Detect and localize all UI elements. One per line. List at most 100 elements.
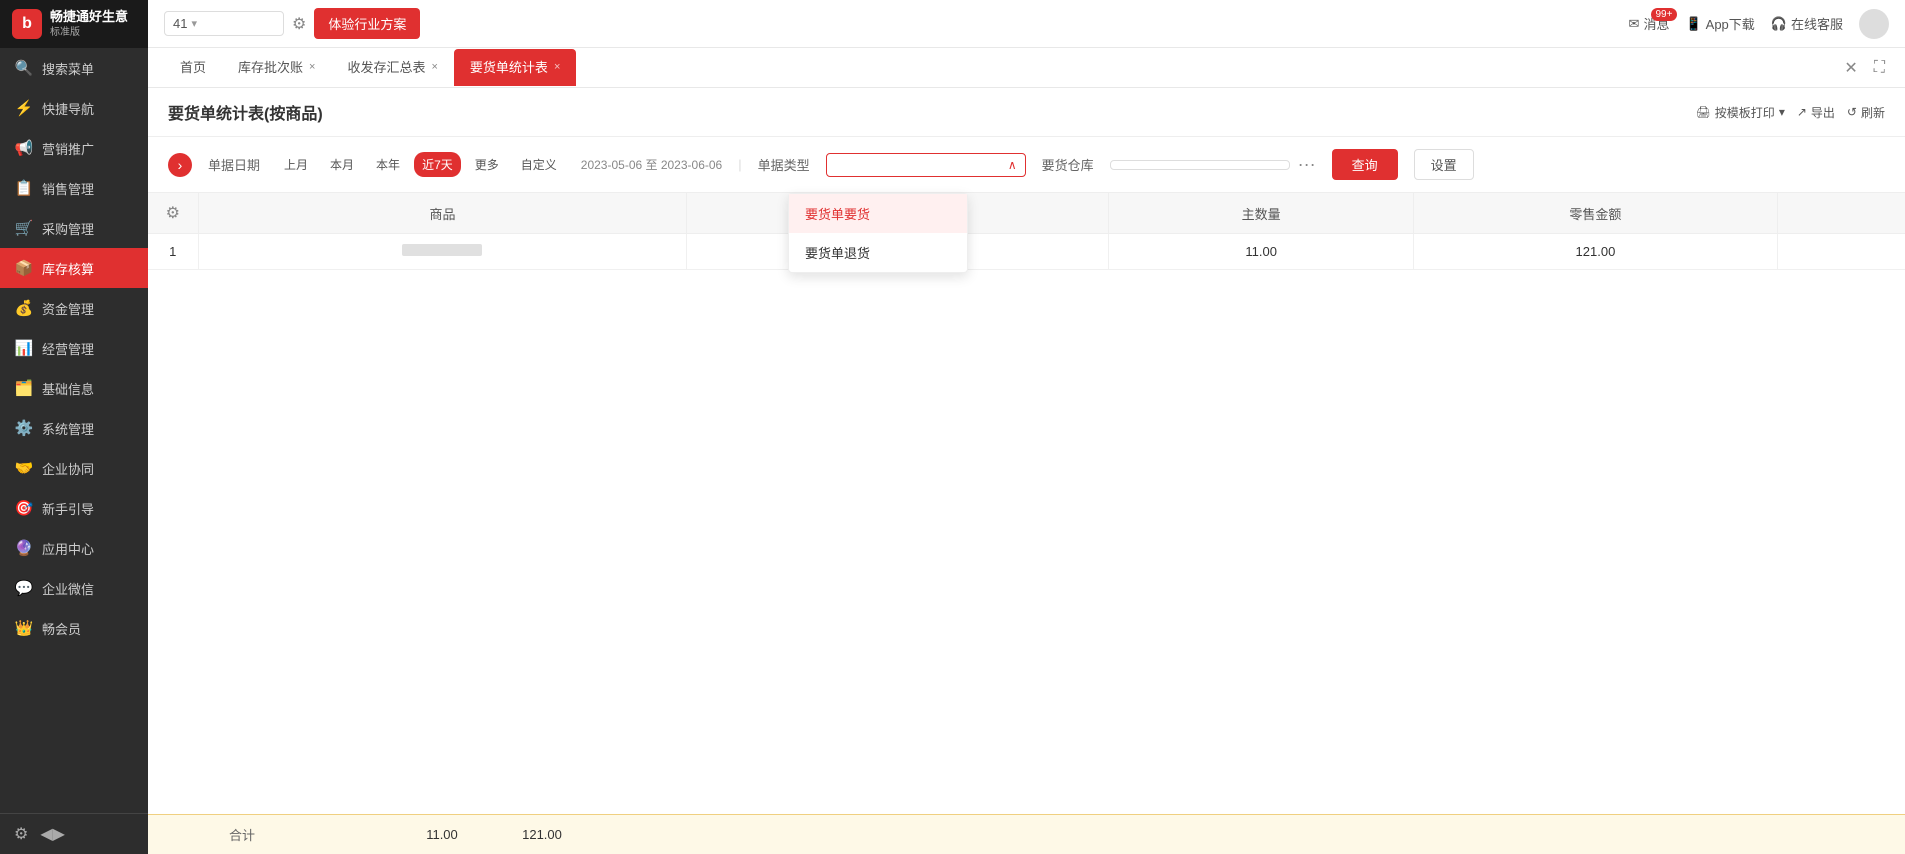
content: 要货单统计表(按商品) 🖨 按模板打印 ▾ ↗ 导出 ↺ 刷新 › [148,88,1905,854]
main-area: 41 ▾ ⚙ 体验行业方案 ✉ 消息 99+ 📱 App下载 🎧 在线客服 [148,0,1905,854]
sidebar-item-basicinfo[interactable]: 🗂️ 基础信息 [0,368,148,408]
date-range-display: 2023-05-06 至 2023-06-06 [581,156,722,173]
date-this-month[interactable]: 本月 [322,152,362,177]
td-qty: 11.00 [1109,234,1414,270]
topbar-gear-icon[interactable]: ⚙ [292,14,306,34]
td-index: 1 [148,234,198,270]
topbar-right: ✉ 消息 99+ 📱 App下载 🎧 在线客服 [1629,9,1889,39]
export-icon: ↗ [1797,105,1807,119]
tab-close-order[interactable]: × [554,61,560,73]
page-title: 要货单统计表(按商品) [168,100,323,136]
tab-batch[interactable]: 库存批次账 × [222,49,331,86]
sidebar-item-sales[interactable]: 📋 销售管理 [0,168,148,208]
sidebar-bottom: ⚙ ◀▶ [0,813,148,854]
sidebar-item-system[interactable]: ⚙️ 系统管理 [0,408,148,448]
operations-icon: 📊 [14,338,34,358]
footer-label: 合计 [212,825,272,844]
appcenter-icon: 🔮 [14,538,34,558]
sidebar-item-appcenter[interactable]: 🔮 应用中心 [0,528,148,568]
vip-icon: 👑 [14,618,34,638]
date-custom[interactable]: 自定义 [513,152,565,177]
page-header-actions: 🖨 按模板打印 ▾ ↗ 导出 ↺ 刷新 [1696,104,1885,133]
refresh-button[interactable]: ↺ 刷新 [1847,104,1885,121]
dropdown-item-yaohuodanhuo[interactable]: 要货单要货 [789,194,967,233]
th-amount: 零售金额 [1414,193,1777,234]
cooperation-icon: 🤝 [14,458,34,478]
company-selector[interactable]: 41 ▾ [164,11,284,36]
sidebar-item-vip[interactable]: 👑 畅会员 [0,608,148,648]
tabbar: 首页 库存批次账 × 收发存汇总表 × 要货单统计表 × ✕ ⛶ [148,48,1905,88]
phone-icon: 📱 [1685,16,1701,32]
sidebar-item-wechat[interactable]: 💬 企业微信 [0,568,148,608]
tab-close-batch[interactable]: × [309,61,315,73]
purchase-icon: 🛒 [14,218,34,238]
filter-bar: › 单据日期 上月 本月 本年 近7天 更多 自定义 2023-05-06 至 … [148,137,1905,193]
data-table: ⚙ 商品 主计量单位 主数量 零售金额 1 [148,193,1905,270]
chevron-down-icon: ▾ [191,17,197,30]
table-footer: 合计 11.00 121.00 [148,814,1905,854]
settings-button[interactable]: 设置 [1414,149,1474,180]
warehouse-label: 要货仓库 [1042,155,1094,174]
type-chevron-up-icon: ∧ [1008,158,1017,172]
sidebar-item-search[interactable]: 🔍 搜索菜单 [0,48,148,88]
footer-qty: 11.00 [392,827,492,842]
warehouse-input[interactable] [1110,160,1290,170]
print-button[interactable]: 🖨 按模板打印 ▾ [1696,104,1785,121]
query-button[interactable]: 查询 [1332,149,1398,180]
filter-expand-button[interactable]: › [168,153,192,177]
tabbar-right: ✕ ⛶ [1840,54,1889,82]
product-placeholder [402,244,482,256]
date-group: 上月 本月 本年 近7天 更多 自定义 [276,152,565,177]
avatar[interactable] [1859,9,1889,39]
app-download-button[interactable]: 📱 App下载 [1685,14,1754,33]
trial-button[interactable]: 体验行业方案 [314,8,420,39]
quicknav-icon: ⚡ [14,98,34,118]
sidebar-item-purchase[interactable]: 🛒 采购管理 [0,208,148,248]
th-qty: 主数量 [1109,193,1414,234]
td-extra [1777,234,1905,270]
dropdown-item-yaohuodantuihuo[interactable]: 要货单退货 [789,233,967,272]
footer-amount: 121.00 [492,827,592,842]
date-more[interactable]: 更多 [467,152,507,177]
table-row: 1 块 11.00 121.00 [148,234,1905,270]
message-icon: ✉ [1629,16,1640,32]
date-this-year[interactable]: 本年 [368,152,408,177]
topbar: 41 ▾ ⚙ 体验行业方案 ✉ 消息 99+ 📱 App下载 🎧 在线客服 [148,0,1905,48]
type-label: 单据类型 [758,155,810,174]
collapse-icon[interactable]: ◀▶ [40,824,65,844]
sidebar-item-quicknav[interactable]: ⚡ 快捷导航 [0,88,148,128]
tab-order[interactable]: 要货单统计表 × [454,49,576,86]
search-icon: 🔍 [14,58,34,78]
tab-summary[interactable]: 收发存汇总表 × [331,49,453,86]
th-product: 商品 [198,193,687,234]
logo-icon: b [12,9,42,39]
date-last-month[interactable]: 上月 [276,152,316,177]
td-amount: 121.00 [1414,234,1777,270]
sidebar-logo: b 畅捷通好生意 标准版 [0,0,148,48]
system-icon: ⚙️ [14,418,34,438]
sidebar-item-operations[interactable]: 📊 经营管理 [0,328,148,368]
online-service-button[interactable]: 🎧 在线客服 [1771,14,1843,33]
page-header: 要货单统计表(按商品) 🖨 按模板打印 ▾ ↗ 导出 ↺ 刷新 [148,88,1905,137]
messages-button[interactable]: ✉ 消息 99+ [1629,14,1670,33]
sidebar-item-finance[interactable]: 💰 资金管理 [0,288,148,328]
print-icon: 🖨 [1696,105,1711,119]
guide-icon: 🎯 [14,498,34,518]
gear-icon[interactable]: ⚙ [166,205,180,222]
th-gear[interactable]: ⚙ [148,193,198,234]
tab-expand-icon[interactable]: ⛶ [1870,55,1889,81]
sidebar-item-cooperation[interactable]: 🤝 企业协同 [0,448,148,488]
sidebar-item-marketing[interactable]: 📢 营销推广 [0,128,148,168]
export-button[interactable]: ↗ 导出 [1797,104,1835,121]
tab-close-all-icon[interactable]: ✕ [1840,54,1861,82]
tab-close-summary[interactable]: × [431,61,437,73]
filter-more-button[interactable]: ··· [1298,154,1316,175]
sidebar-item-inventory[interactable]: 📦 库存核算 [0,248,148,288]
tab-home[interactable]: 首页 [164,49,222,86]
print-dropdown-icon: ▾ [1779,105,1785,119]
settings-icon[interactable]: ⚙ [14,824,28,844]
sidebar-item-guide[interactable]: 🎯 新手引导 [0,488,148,528]
sidebar: b 畅捷通好生意 标准版 🔍 搜索菜单 ⚡ 快捷导航 📢 营销推广 📋 销售管理… [0,0,148,854]
type-select[interactable]: ∧ [826,153,1026,177]
date-7days[interactable]: 近7天 [414,152,461,177]
